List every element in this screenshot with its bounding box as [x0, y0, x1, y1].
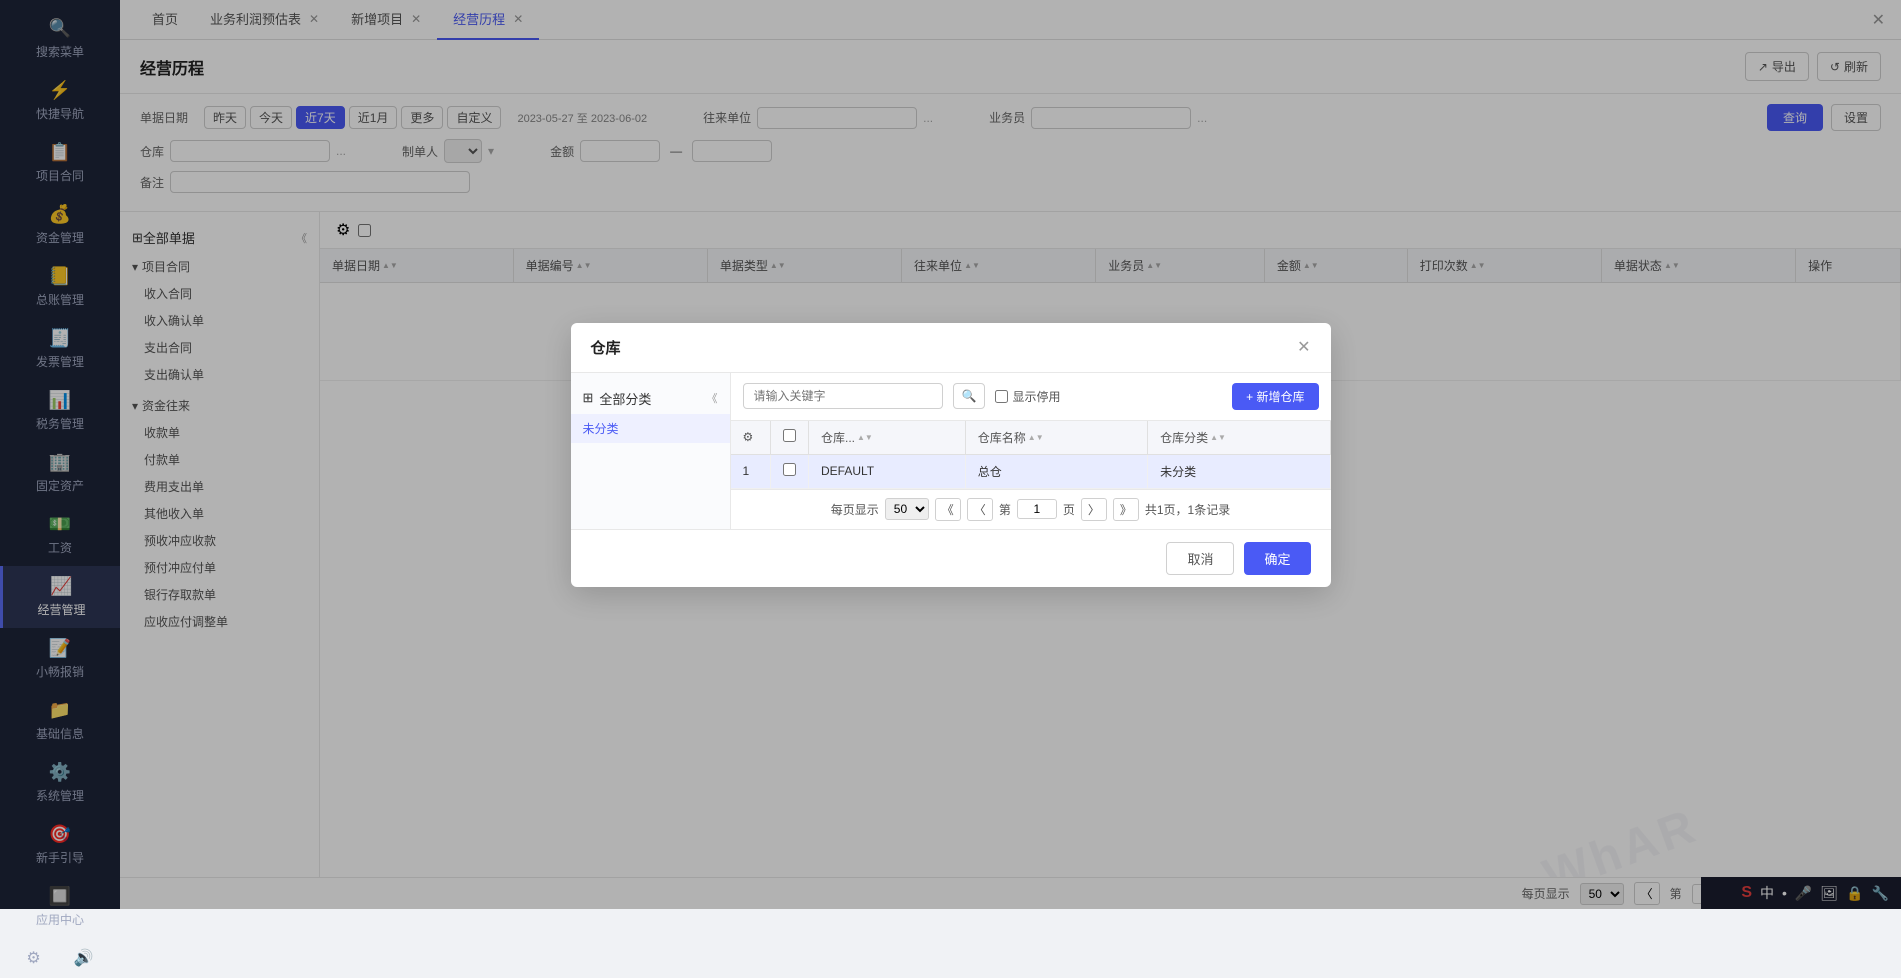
- row-num: 1: [731, 454, 771, 488]
- modal-cancel-btn[interactable]: 取消: [1166, 542, 1234, 575]
- row-checkbox[interactable]: [771, 454, 809, 488]
- modal-table-wrap: ⚙ 仓库... ▲▼ 仓库名称: [731, 421, 1331, 489]
- modal-show-disabled: 显示停用: [995, 388, 1060, 405]
- modal-overlay: 仓库 ✕ ⊞ 全部分类 《 未分类 🔍: [0, 0, 1901, 909]
- modal-last-page-btn[interactable]: 》: [1113, 498, 1139, 521]
- row-code: DEFAULT: [809, 454, 966, 488]
- modal-total-info: 共1页，1条记录: [1145, 501, 1230, 518]
- modal-body: ⊞ 全部分类 《 未分类 🔍 显示停用: [571, 373, 1331, 529]
- modal-page-word: 第: [999, 501, 1011, 518]
- modal-right-panel: 🔍 显示停用 + 新增仓库 ⚙: [731, 373, 1331, 529]
- modal-warehouse: 仓库 ✕ ⊞ 全部分类 《 未分类 🔍: [571, 323, 1331, 587]
- modal-search-icon: 🔍: [962, 389, 977, 403]
- modal-col-code: 仓库... ▲▼: [809, 421, 966, 455]
- sidebar-bottom: ⚙ 🔊: [0, 938, 120, 978]
- modal-next-page-btn[interactable]: 〉: [1081, 498, 1107, 521]
- modal-toolbar: 🔍 显示停用 + 新增仓库: [731, 373, 1331, 421]
- settings-bottom-icon[interactable]: ⚙: [26, 948, 40, 968]
- modal-prev-page-btn[interactable]: 〈: [967, 498, 993, 521]
- grid-small-icon: ⊞: [583, 390, 594, 406]
- row-name: 总仓: [965, 454, 1147, 488]
- modal-uncategorized-item[interactable]: 未分类: [571, 414, 730, 443]
- modal-left-panel: ⊞ 全部分类 《 未分类: [571, 373, 731, 529]
- modal-col-checkbox: [771, 421, 809, 455]
- modal-pagination: 每页显示 50 《 〈 第 页 〉 》 共1页，1条记录: [731, 489, 1331, 529]
- modal-table-row[interactable]: 1 DEFAULT 总仓 未分类: [731, 454, 1331, 488]
- modal-warehouse-table: ⚙ 仓库... ▲▼ 仓库名称: [731, 421, 1331, 489]
- modal-header: 仓库 ✕: [571, 323, 1331, 373]
- modal-all-categories[interactable]: ⊞ 全部分类 《: [571, 383, 730, 414]
- modal-col-name: 仓库名称 ▲▼: [965, 421, 1147, 455]
- show-disabled-checkbox[interactable]: [995, 390, 1008, 403]
- modal-search-button[interactable]: 🔍: [953, 383, 986, 409]
- modal-close-btn[interactable]: ✕: [1297, 337, 1310, 357]
- modal-confirm-btn[interactable]: 确定: [1244, 542, 1310, 575]
- modal-select-all[interactable]: [783, 429, 796, 442]
- modal-per-page-select[interactable]: 50: [885, 498, 929, 520]
- modal-per-page-label: 每页显示: [831, 501, 879, 518]
- volume-icon[interactable]: 🔊: [74, 948, 94, 968]
- modal-add-warehouse-btn[interactable]: + 新增仓库: [1232, 383, 1318, 410]
- modal-col-settings: ⚙: [731, 421, 771, 455]
- modal-page-input[interactable]: [1017, 499, 1057, 519]
- modal-search-input[interactable]: [743, 383, 943, 409]
- modal-first-page-btn[interactable]: 《: [935, 498, 961, 521]
- modal-page-label: 页: [1063, 501, 1075, 518]
- modal-title: 仓库: [591, 337, 621, 358]
- modal-footer: 取消 确定: [571, 529, 1331, 587]
- modal-left-collapse-icon[interactable]: 《: [707, 390, 718, 406]
- row-category: 未分类: [1148, 454, 1330, 488]
- modal-col-category: 仓库分类 ▲▼: [1148, 421, 1330, 455]
